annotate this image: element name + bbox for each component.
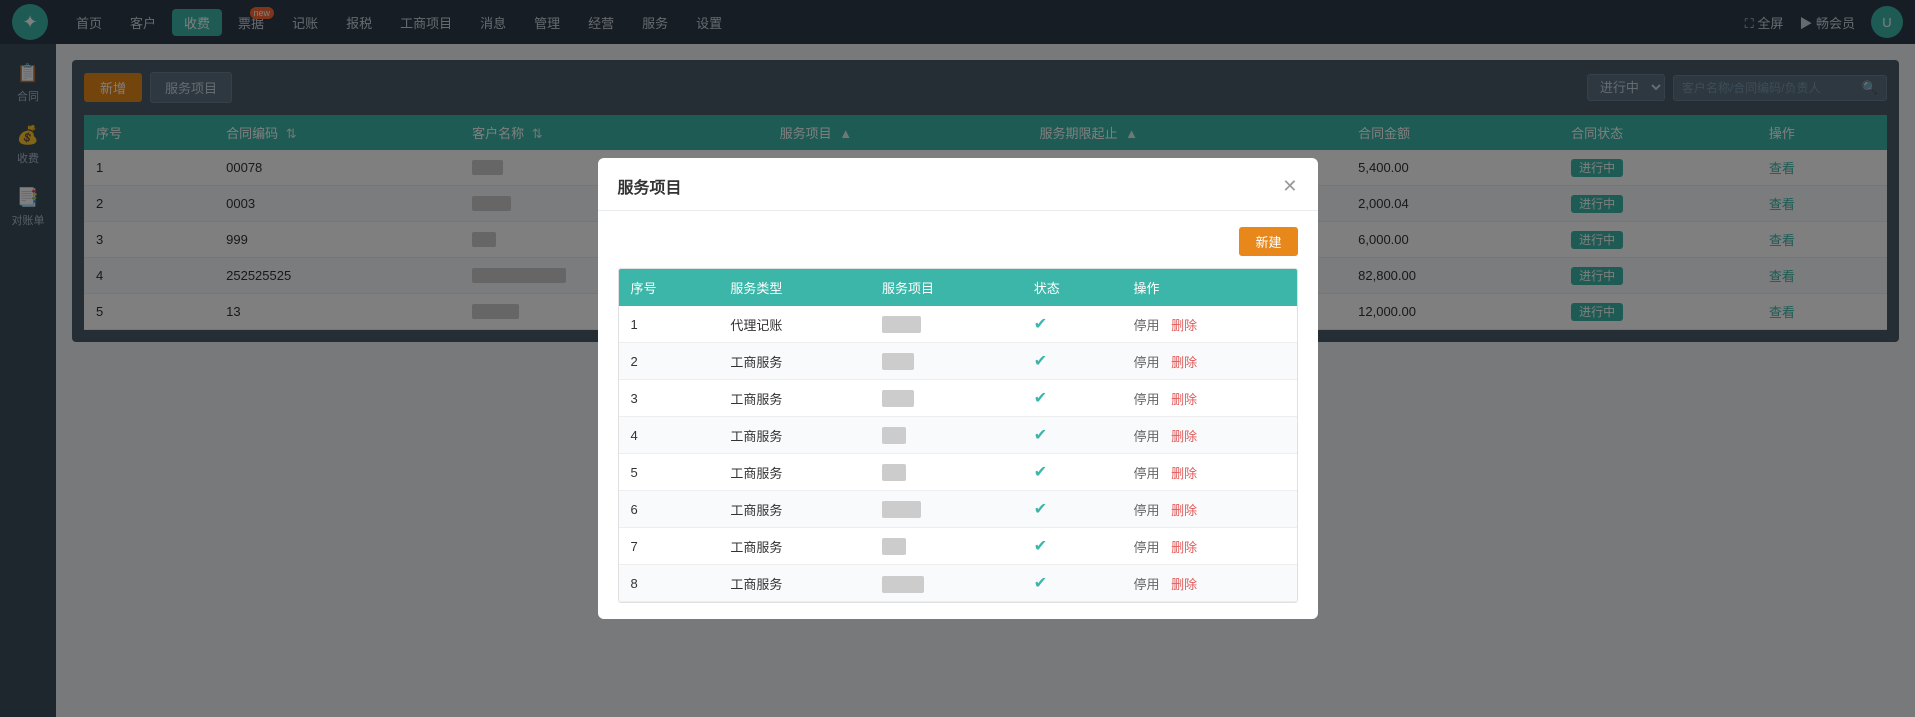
dialog-cell-action[interactable]: 停用 删除	[1122, 454, 1297, 491]
table-row: 7 工商服务 ■■ ✔ 停用 删除	[619, 528, 1297, 565]
dialog-cell-action[interactable]: 停用 删除	[1122, 380, 1297, 417]
dialog-cell-type: 工商服务	[718, 343, 870, 380]
delete-button[interactable]: 删除	[1171, 318, 1197, 333]
table-row: 2 工商服务 ■■■ ✔ 停用 删除	[619, 343, 1297, 380]
stop-button[interactable]: 停用	[1134, 466, 1160, 481]
dialog-cell-type: 工商服务	[718, 565, 870, 602]
dialog-cell-item: ■■■	[870, 380, 1022, 417]
dialog-header: 服务项目 ✕	[598, 158, 1318, 211]
stop-button[interactable]: 停用	[1134, 318, 1160, 333]
delete-button[interactable]: 删除	[1171, 429, 1197, 444]
service-table: 序号 服务类型 服务项目 状态 操作 1 代理记账 ■■■1 ✔ 停用 删除 2…	[619, 269, 1297, 602]
stop-button[interactable]: 停用	[1134, 540, 1160, 555]
dialog-col-status: 状态	[1022, 269, 1122, 306]
table-row: 8 工商服务 ■注册 ✔ 停用 删除	[619, 565, 1297, 602]
delete-button[interactable]: 删除	[1171, 503, 1197, 518]
dialog-col-seq: 序号	[619, 269, 719, 306]
dialog-cell-type: 代理记账	[718, 306, 870, 343]
service-item-dialog: 服务项目 ✕ 新建 序号 服务类型 服务项目 状态 操作	[598, 158, 1318, 619]
dialog-cell-item: ■■	[870, 454, 1022, 491]
service-table-body: 1 代理记账 ■■■1 ✔ 停用 删除 2 工商服务 ■■■ ✔ 停用 删除 3…	[619, 306, 1297, 602]
dialog-cell-seq: 1	[619, 306, 719, 343]
dialog-cell-status: ✔	[1022, 528, 1122, 565]
dialog-toolbar: 新建	[618, 227, 1298, 256]
stop-button[interactable]: 停用	[1134, 503, 1160, 518]
dialog-cell-item: ■■■■	[870, 491, 1022, 528]
dialog-cell-seq: 8	[619, 565, 719, 602]
dialog-cell-status: ✔	[1022, 454, 1122, 491]
dialog-cell-item: ■■■	[870, 343, 1022, 380]
table-row: 5 工商服务 ■■ ✔ 停用 删除	[619, 454, 1297, 491]
dialog-cell-status: ✔	[1022, 306, 1122, 343]
dialog-cell-status: ✔	[1022, 343, 1122, 380]
dialog-cell-seq: 3	[619, 380, 719, 417]
dialog-cell-status: ✔	[1022, 417, 1122, 454]
table-row: 6 工商服务 ■■■■ ✔ 停用 删除	[619, 491, 1297, 528]
dialog-cell-action[interactable]: 停用 删除	[1122, 343, 1297, 380]
dialog-cell-action[interactable]: 停用 删除	[1122, 306, 1297, 343]
dialog-cell-item: ■■■1	[870, 306, 1022, 343]
dialog-cell-action[interactable]: 停用 删除	[1122, 491, 1297, 528]
dialog-cell-item: ■注册	[870, 565, 1022, 602]
dialog-cell-action[interactable]: 停用 删除	[1122, 528, 1297, 565]
table-row: 4 工商服务 ■■ ✔ 停用 删除	[619, 417, 1297, 454]
dialog-cell-item: ■■	[870, 417, 1022, 454]
dialog-cell-type: 工商服务	[718, 491, 870, 528]
dialog-cell-action[interactable]: 停用 删除	[1122, 565, 1297, 602]
dialog-cell-status: ✔	[1022, 565, 1122, 602]
dialog-cell-status: ✔	[1022, 380, 1122, 417]
dialog-col-item: 服务项目	[870, 269, 1022, 306]
dialog-table-wrap[interactable]: 序号 服务类型 服务项目 状态 操作 1 代理记账 ■■■1 ✔ 停用 删除 2…	[618, 268, 1298, 603]
close-button[interactable]: ✕	[1282, 177, 1297, 195]
dialog-body: 新建 序号 服务类型 服务项目 状态 操作 1 代理记账	[598, 211, 1318, 619]
delete-button[interactable]: 删除	[1171, 355, 1197, 370]
dialog-new-button[interactable]: 新建	[1239, 227, 1297, 256]
dialog-cell-type: 工商服务	[718, 454, 870, 491]
dialog-cell-type: 工商服务	[718, 380, 870, 417]
delete-button[interactable]: 删除	[1171, 466, 1197, 481]
dialog-cell-item: ■■	[870, 528, 1022, 565]
delete-button[interactable]: 删除	[1171, 540, 1197, 555]
dialog-cell-action[interactable]: 停用 删除	[1122, 417, 1297, 454]
dialog-cell-seq: 4	[619, 417, 719, 454]
dialog-cell-seq: 7	[619, 528, 719, 565]
dialog-title: 服务项目	[618, 174, 682, 198]
dialog-cell-seq: 5	[619, 454, 719, 491]
stop-button[interactable]: 停用	[1134, 577, 1160, 592]
delete-button[interactable]: 删除	[1171, 392, 1197, 407]
dialog-cell-type: 工商服务	[718, 417, 870, 454]
dialog-col-action: 操作	[1122, 269, 1297, 306]
dialog-cell-seq: 2	[619, 343, 719, 380]
dialog-cell-seq: 6	[619, 491, 719, 528]
table-row: 3 工商服务 ■■■ ✔ 停用 删除	[619, 380, 1297, 417]
delete-button[interactable]: 删除	[1171, 577, 1197, 592]
service-table-header: 序号 服务类型 服务项目 状态 操作	[619, 269, 1297, 306]
dialog-col-type: 服务类型	[718, 269, 870, 306]
dialog-cell-type: 工商服务	[718, 528, 870, 565]
modal-overlay[interactable]: 服务项目 ✕ 新建 序号 服务类型 服务项目 状态 操作	[0, 0, 1915, 717]
stop-button[interactable]: 停用	[1134, 355, 1160, 370]
dialog-cell-status: ✔	[1022, 491, 1122, 528]
stop-button[interactable]: 停用	[1134, 429, 1160, 444]
table-row: 1 代理记账 ■■■1 ✔ 停用 删除	[619, 306, 1297, 343]
stop-button[interactable]: 停用	[1134, 392, 1160, 407]
